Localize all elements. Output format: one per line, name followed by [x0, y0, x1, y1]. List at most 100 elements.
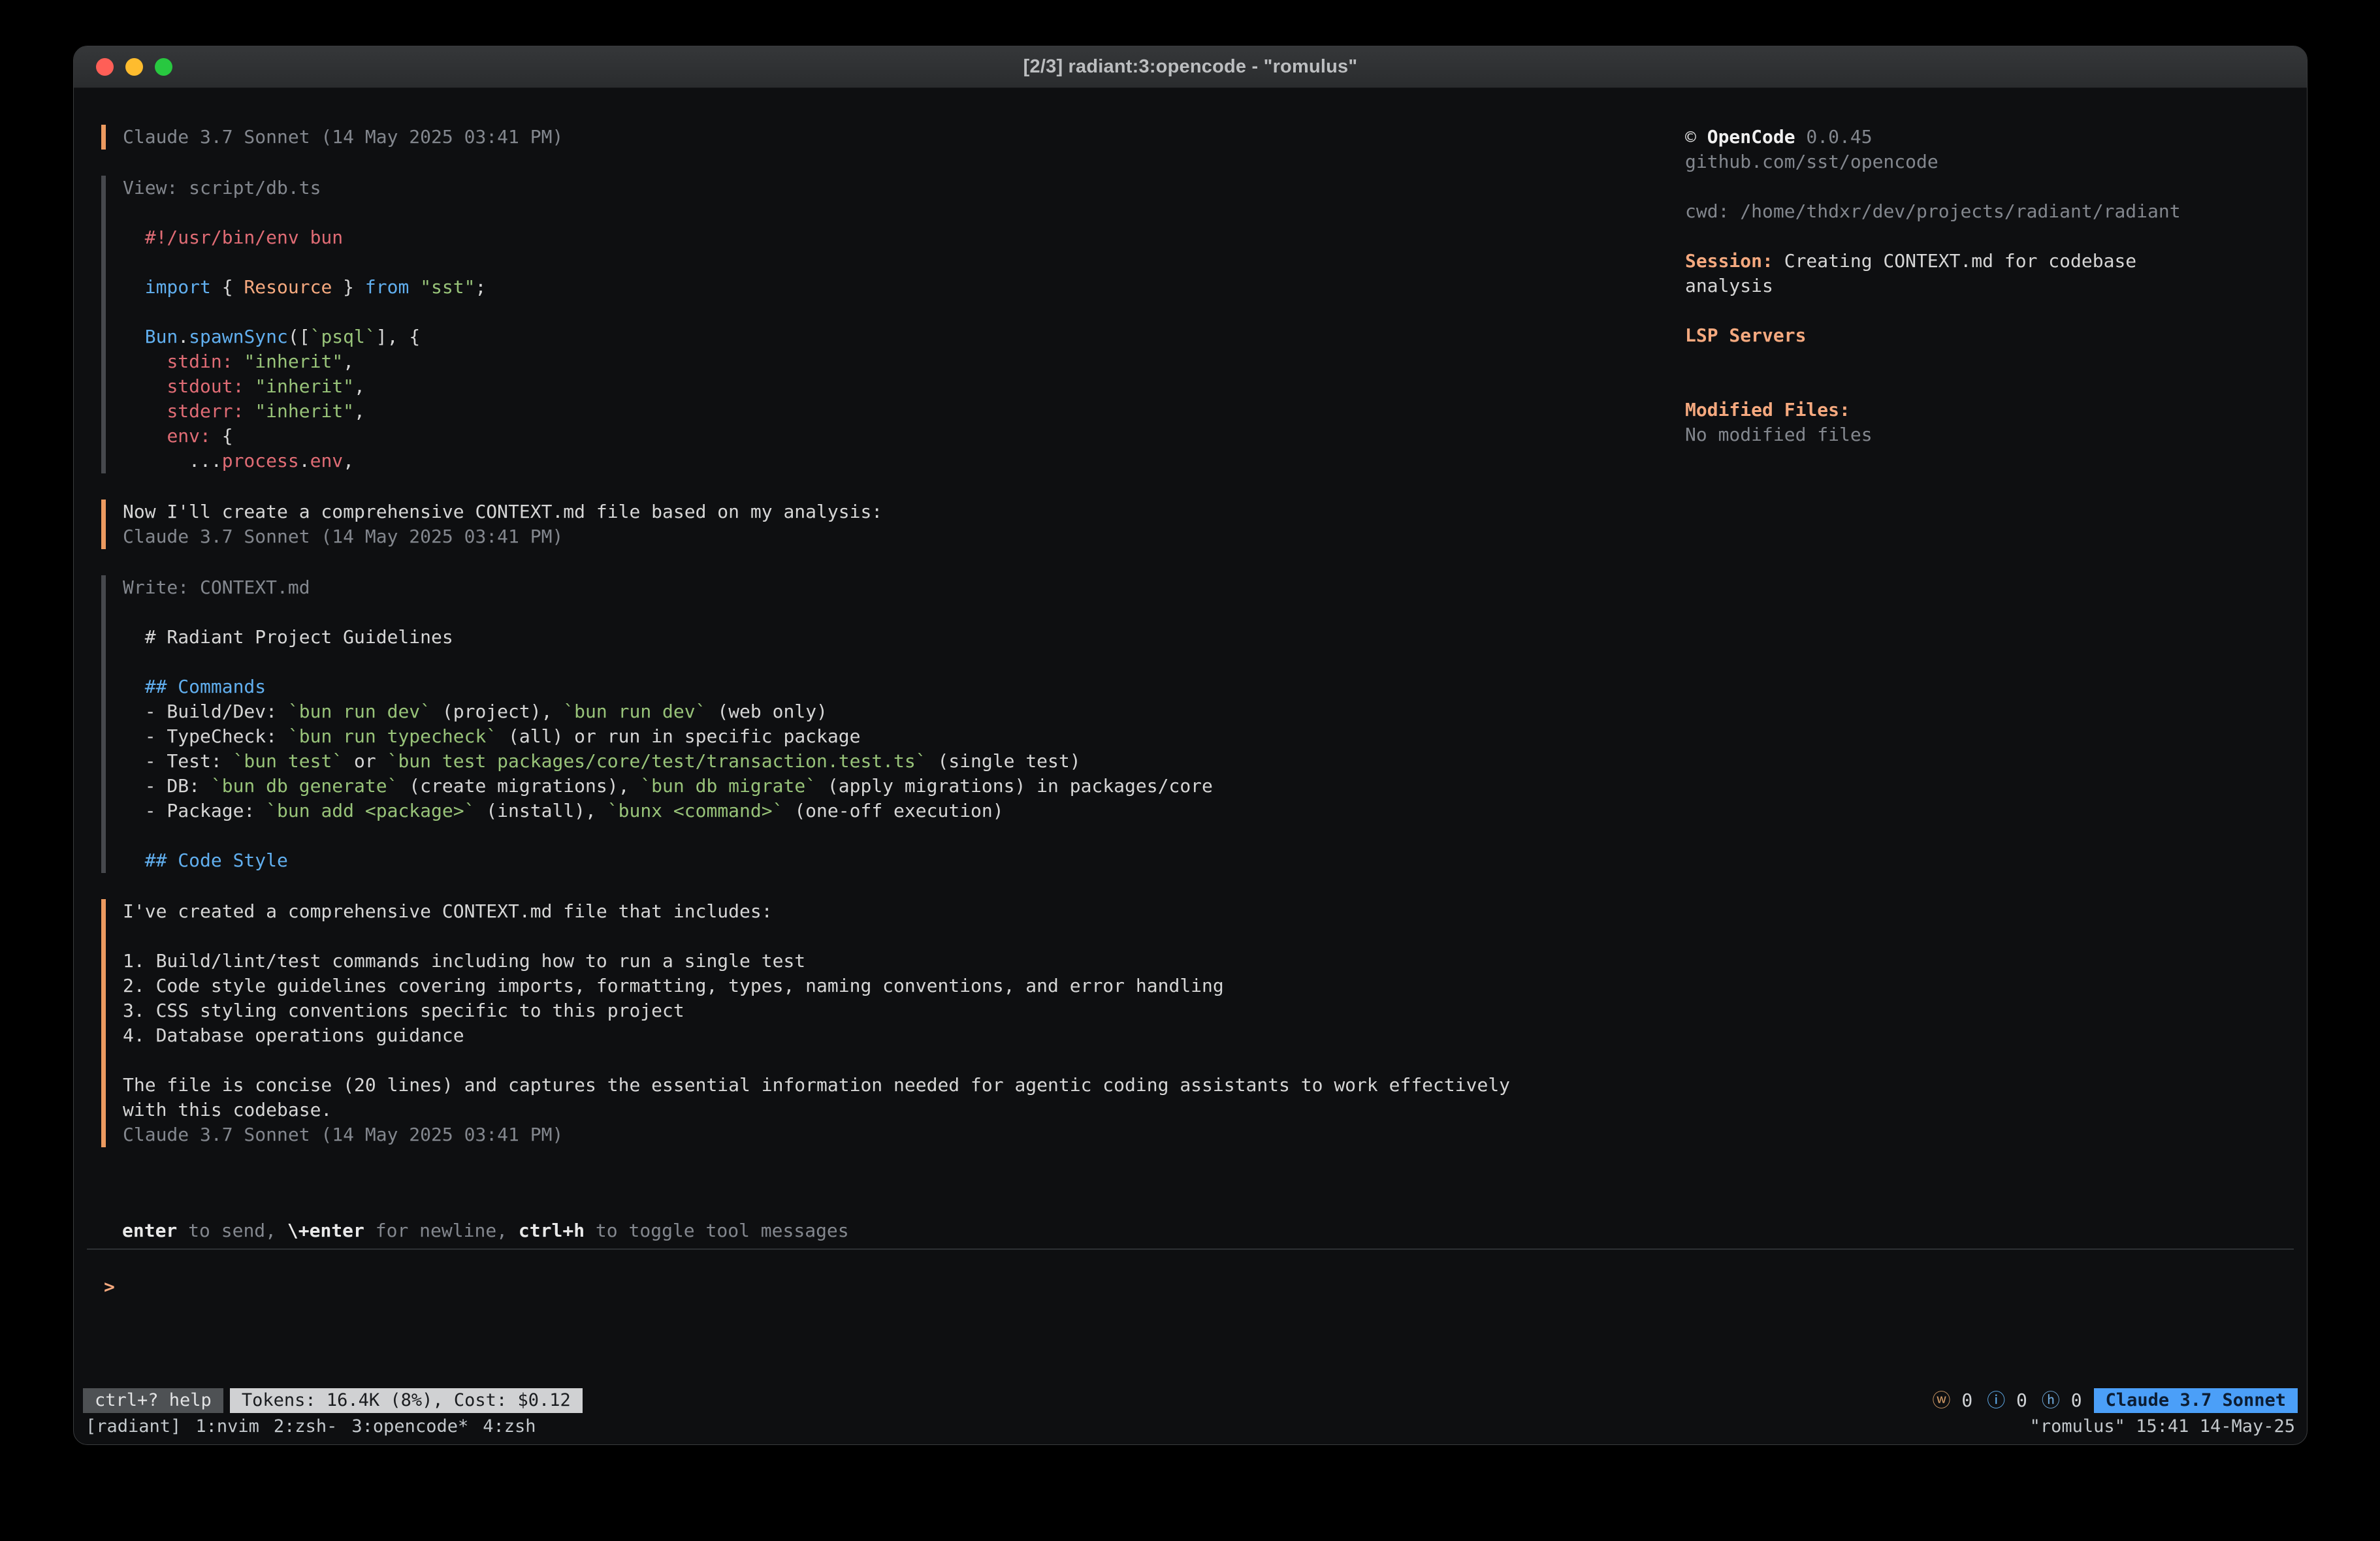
- text-line: - Test: `bun test` or `bun test packages…: [123, 749, 1685, 774]
- text-segment: (apply migrations) in packages/core: [816, 775, 1213, 797]
- text-segment: to toggle tool messages: [585, 1220, 849, 1241]
- tmux-session-name: [radiant]: [86, 1414, 181, 1439]
- text-line: The file is concise (20 lines) and captu…: [123, 1073, 1685, 1098]
- text-segment: # Radiant Project Guidelines: [123, 626, 453, 648]
- text-segment: - Test:: [123, 750, 233, 772]
- text-line: Claude 3.7 Sonnet (14 May 2025 03:41 PM): [123, 524, 1685, 549]
- zoom-button[interactable]: [155, 58, 172, 76]
- text-segment: or: [343, 750, 387, 772]
- text-segment: .: [299, 450, 310, 471]
- chat-block-tool-write: Write: CONTEXT.md # Radiant Project Guid…: [101, 575, 1685, 873]
- text-segment: Claude 3.7 Sonnet (14 May 2025 03:41 PM): [123, 526, 563, 547]
- text-line: - Package: `bun add <package>` (install)…: [123, 799, 1685, 823]
- text-segment: ,: [354, 400, 365, 422]
- tmux-window-4:zsh[interactable]: 4:zsh: [483, 1414, 536, 1439]
- text-line: with this codebase.: [123, 1098, 1685, 1122]
- text-segment: /home/thdxr/dev/projects/radiant/radiant: [1740, 200, 2180, 222]
- text-segment: 1. Build/lint/test commands including ho…: [123, 950, 805, 972]
- text-segment: 2. Code style guidelines covering import…: [123, 975, 1224, 996]
- chat-and-sidebar: Claude 3.7 Sonnet (14 May 2025 03:41 PM)…: [74, 88, 2307, 1218]
- text-line: [123, 200, 1685, 225]
- text-segment: Claude 3.7 Sonnet (14 May 2025 03:41 PM): [123, 1124, 563, 1145]
- text-segment: \+enter: [287, 1220, 364, 1241]
- text-segment: `bun run typecheck`: [288, 725, 497, 747]
- text-line: [123, 300, 1685, 325]
- text-segment: Modified Files:: [1685, 399, 1850, 421]
- text-segment: ## Code Style: [123, 850, 288, 871]
- text-segment: .: [178, 326, 189, 347]
- text-segment: ©: [1685, 126, 1707, 148]
- text-line: LSP Servers: [1685, 323, 2281, 348]
- text-segment: The file is concise (20 lines) and captu…: [123, 1074, 1510, 1096]
- text-line: View: script/db.ts: [123, 176, 1685, 200]
- text-segment: `bun run dev`: [563, 701, 706, 722]
- text-segment: env:: [167, 425, 210, 447]
- text-line: - Build/Dev: `bun run dev` (project), `b…: [123, 699, 1685, 724]
- sidebar-lines: © OpenCode 0.0.45github.com/sst/opencode…: [1685, 88, 2307, 1218]
- text-segment: `bun db generate`: [211, 775, 398, 797]
- text-segment: (all) or run in specific package: [497, 725, 860, 747]
- text-line: [123, 650, 1685, 675]
- text-line: stdin: "inherit",: [123, 349, 1685, 374]
- tmux-window-1:nvim[interactable]: 1:nvim: [195, 1414, 259, 1439]
- help-chip[interactable]: ctrl+? help: [83, 1388, 223, 1413]
- text-segment: - TypeCheck:: [123, 725, 288, 747]
- text-segment: [233, 351, 244, 372]
- text-segment: Resource: [244, 276, 332, 298]
- tmux-window-3:opencode*[interactable]: 3:opencode*: [351, 1414, 468, 1439]
- text-segment: LSP Servers: [1685, 325, 1806, 346]
- text-segment: ,: [343, 351, 354, 372]
- status-diagnostics: ⓦ 0ⓘ 0ⓗ 0: [1932, 1388, 2082, 1413]
- window-titlebar[interactable]: [2/3] radiant:3:opencode - "romulus": [74, 46, 2307, 88]
- text-line: import { Resource } from "sst";: [123, 275, 1685, 300]
- text-line: [1685, 174, 2281, 199]
- text-line: cwd: /home/thdxr/dev/projects/radiant/ra…: [1685, 199, 2281, 224]
- text-segment: env: [310, 450, 344, 471]
- text-segment: No modified files: [1685, 424, 1873, 445]
- tokens-cost-chip: Tokens: 16.4K (8%), Cost: $0.12: [230, 1388, 583, 1413]
- hint-count-value: 0: [2060, 1388, 2082, 1413]
- text-line: Write: CONTEXT.md: [123, 575, 1685, 600]
- text-segment: ([: [288, 326, 310, 347]
- text-line: stderr: "inherit",: [123, 399, 1685, 424]
- text-line: [123, 250, 1685, 275]
- prompt-symbol: >: [104, 1276, 115, 1297]
- text-line: 2. Code style guidelines covering import…: [123, 974, 1685, 998]
- text-segment: Creating CONTEXT.md for codebase: [1773, 250, 2136, 272]
- text-segment: import: [145, 276, 211, 298]
- chat-block-message: I've created a comprehensive CONTEXT.md …: [101, 899, 1685, 1147]
- text-segment: Bun: [145, 326, 178, 347]
- text-segment: ,: [343, 450, 354, 471]
- text-line: ...process.env,: [123, 449, 1685, 473]
- text-segment: (web only): [706, 701, 827, 722]
- text-line: env: {: [123, 424, 1685, 449]
- info-count-value: 0: [2005, 1388, 2027, 1413]
- terminal-content: Claude 3.7 Sonnet (14 May 2025 03:41 PM)…: [74, 88, 2307, 1444]
- text-segment: `bunx <command>`: [607, 800, 784, 821]
- close-button[interactable]: [96, 58, 114, 76]
- text-line: analysis: [1685, 274, 2281, 298]
- text-line: [123, 823, 1685, 848]
- tmux-window-2:zsh-[interactable]: 2:zsh-: [274, 1414, 338, 1439]
- text-segment: `psql`: [310, 326, 376, 347]
- chat-blocks[interactable]: Claude 3.7 Sonnet (14 May 2025 03:41 PM)…: [74, 88, 1685, 1218]
- prompt-input[interactable]: >: [74, 1250, 2307, 1387]
- text-segment: 4. Database operations guidance: [123, 1025, 464, 1046]
- text-segment: github.com/sst/opencode: [1685, 151, 1938, 172]
- tmux-status-bar: [radiant] 1:nvim2:zsh-3:opencode*4:zsh "…: [74, 1414, 2307, 1444]
- text-line: 4. Database operations guidance: [123, 1023, 1685, 1048]
- text-line: # Radiant Project Guidelines: [123, 625, 1685, 650]
- minimize-button[interactable]: [125, 58, 143, 76]
- text-segment: for newline,: [364, 1220, 519, 1241]
- text-line: [1685, 224, 2281, 249]
- hint-count: ⓗ 0: [2042, 1388, 2082, 1413]
- text-segment: - Package:: [123, 800, 266, 821]
- text-segment: #!/usr/bin/env bun: [123, 227, 343, 248]
- model-chip[interactable]: Claude 3.7 Sonnet: [2094, 1388, 2298, 1413]
- chat-block-message: Now I'll create a comprehensive CONTEXT.…: [101, 500, 1685, 549]
- text-segment: `bun db migrate`: [640, 775, 816, 797]
- text-segment: stderr:: [167, 400, 244, 422]
- text-segment: (project),: [431, 701, 563, 722]
- text-line: Now I'll create a comprehensive CONTEXT.…: [123, 500, 1685, 524]
- text-line: ## Code Style: [123, 848, 1685, 873]
